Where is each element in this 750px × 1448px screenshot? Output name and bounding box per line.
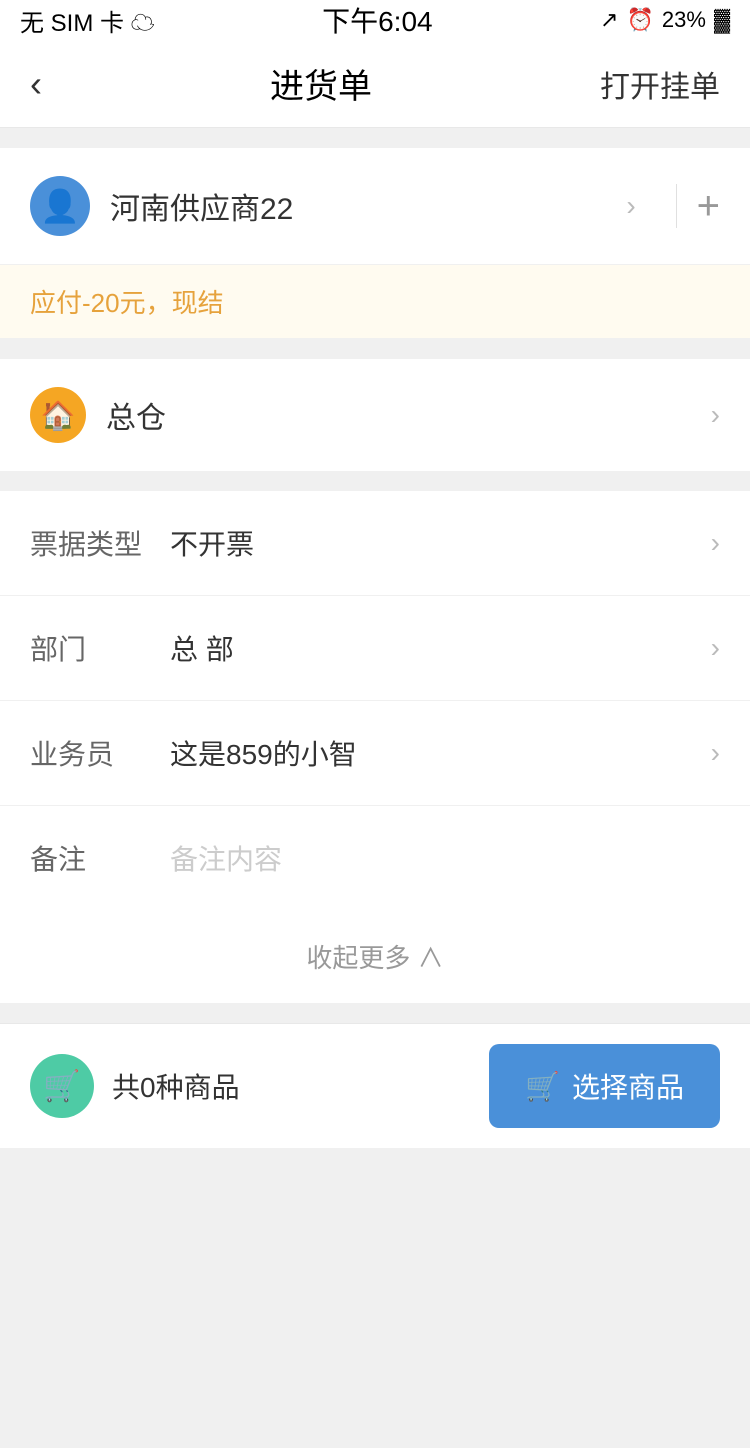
product-count-left: 🛒 共0种商品 xyxy=(30,1054,240,1118)
select-icon: 🛒 xyxy=(525,1070,560,1103)
status-bar: 无 SIM 卡 ☁ 下午6:04 ↗ ⏰ 23% ▓ xyxy=(0,0,750,40)
select-label: 选择商品 xyxy=(572,1066,684,1106)
notice-text: 应付-20元，现结 xyxy=(30,288,224,318)
form-value-department: 总 部 xyxy=(150,628,711,668)
form-section: 票据类型 不开票 › 部门 总 部 › 业务员 这是859的小智 › 备注 备注… xyxy=(0,491,750,910)
bottom-bar: 🛒 共0种商品 🛒 选择商品 xyxy=(0,1023,750,1148)
open-pending-button[interactable]: 打开挂单 xyxy=(600,62,720,106)
avatar-icon: 👤 xyxy=(40,187,80,225)
sim-label: 无 SIM 卡 ☁ xyxy=(20,3,155,38)
battery-label: 23% xyxy=(662,7,706,33)
supplier-name: 河南供应商22 xyxy=(110,184,626,228)
warehouse-chevron-icon: › xyxy=(711,399,720,431)
form-chevron-salesperson: › xyxy=(711,737,720,769)
location-icon: ↗ xyxy=(600,7,618,33)
back-button[interactable]: ‹ xyxy=(30,63,42,105)
product-count-icon: 🛒 xyxy=(30,1054,94,1118)
status-time: 下午6:04 xyxy=(322,0,433,40)
supplier-avatar: 👤 xyxy=(30,176,90,236)
form-label-invoice: 票据类型 xyxy=(30,523,150,563)
form-label-salesperson: 业务员 xyxy=(30,733,150,773)
form-chevron-department: › xyxy=(711,632,720,664)
supplier-section: 👤 河南供应商22 › + 应付-20元，现结 xyxy=(0,148,750,338)
supplier-row[interactable]: 👤 河南供应商22 › + xyxy=(0,148,750,265)
supplier-divider xyxy=(676,184,677,228)
collapse-label: 收起更多 ∧ xyxy=(306,938,443,975)
section-gap-4 xyxy=(0,1003,750,1023)
notice-bar: 应付-20元，现结 xyxy=(0,265,750,338)
form-label-department: 部门 xyxy=(30,628,150,668)
form-row-invoice[interactable]: 票据类型 不开票 › xyxy=(0,491,750,596)
page-title: 进货单 xyxy=(270,59,372,108)
warehouse-section: 🏠 总仓 › xyxy=(0,358,750,471)
nav-bar: ‹ 进货单 打开挂单 xyxy=(0,40,750,128)
form-row-department[interactable]: 部门 总 部 › xyxy=(0,596,750,701)
status-right: ↗ ⏰ 23% ▓ xyxy=(600,7,730,33)
form-value-salesperson: 这是859的小智 xyxy=(150,733,711,773)
form-placeholder-note[interactable]: 备注内容 xyxy=(150,838,720,878)
status-left: 无 SIM 卡 ☁ xyxy=(20,3,155,38)
section-gap-1 xyxy=(0,128,750,148)
page-background xyxy=(0,1148,750,1448)
section-gap-2 xyxy=(0,338,750,358)
battery-icon: ▓ xyxy=(714,7,730,33)
select-product-button[interactable]: 🛒 选择商品 xyxy=(489,1044,720,1128)
warehouse-row[interactable]: 🏠 总仓 › xyxy=(0,358,750,471)
cart-icon: 🛒 xyxy=(43,1069,80,1104)
supplier-add-button[interactable]: + xyxy=(697,184,720,229)
warehouse-icon: 🏠 xyxy=(41,399,76,432)
form-row-salesperson[interactable]: 业务员 这是859的小智 › xyxy=(0,701,750,806)
form-label-note: 备注 xyxy=(30,838,150,878)
section-gap-3 xyxy=(0,471,750,491)
warehouse-icon-wrap: 🏠 xyxy=(30,387,86,443)
supplier-chevron-icon: › xyxy=(626,190,635,222)
collapse-row[interactable]: 收起更多 ∧ xyxy=(0,910,750,1003)
form-chevron-invoice: › xyxy=(711,527,720,559)
product-count-text: 共0种商品 xyxy=(112,1066,240,1106)
warehouse-name: 总仓 xyxy=(106,393,711,437)
form-value-invoice: 不开票 xyxy=(150,523,711,563)
form-row-note[interactable]: 备注 备注内容 xyxy=(0,806,750,910)
alarm-icon: ⏰ xyxy=(626,7,653,33)
